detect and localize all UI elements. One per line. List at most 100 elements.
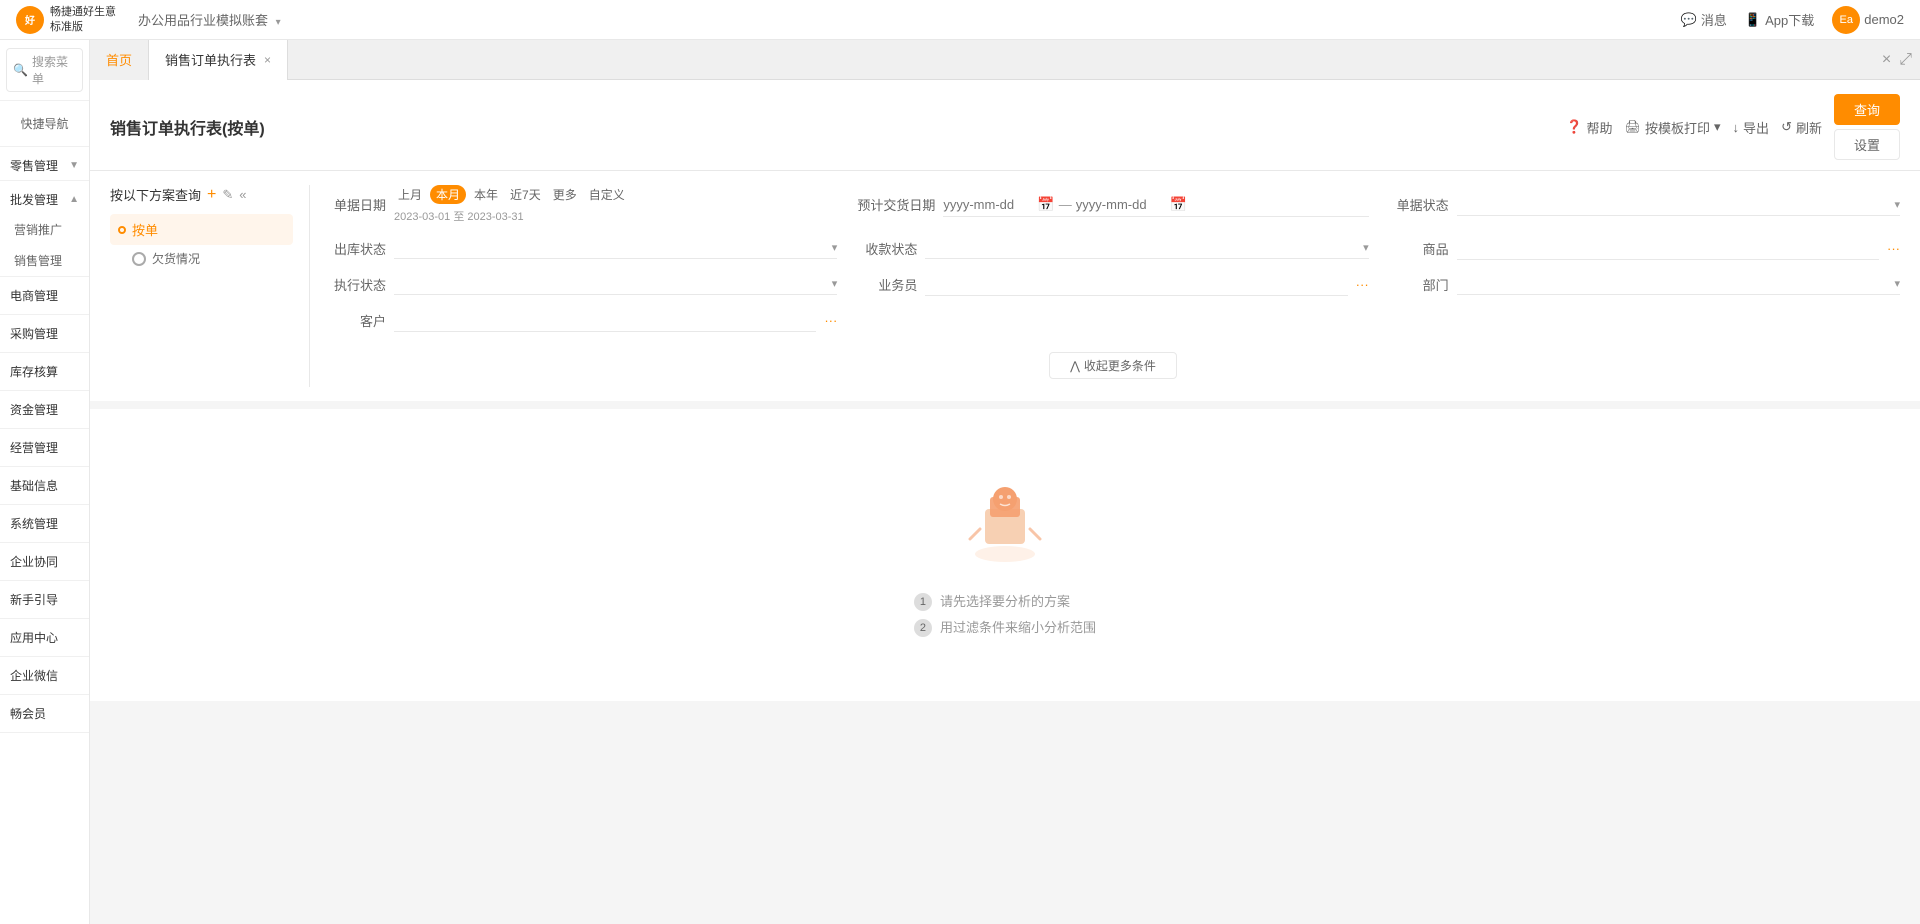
print-button[interactable]: 🖨 按模板打印 ▾ [1624,118,1720,137]
date-separator: — [1059,197,1072,212]
sidebar-item-basic-info[interactable]: 基础信息 [0,467,89,505]
app-download-button[interactable]: 📱 App下载 [1745,10,1814,29]
quick-nav-label[interactable]: 快捷导航 [0,107,89,140]
expected-date-to-icon[interactable]: 📅 [1170,196,1187,213]
date-tab-this-year[interactable]: 本年 [470,185,502,204]
payment-status-select[interactable]: ▾ [925,237,1368,259]
filter-item-order-status: 单据状态 ▾ [1389,194,1900,216]
order-date-label: 单据日期 [326,195,386,214]
empty-hint-row-2: 2 用过滤条件来缩小分析范围 [914,615,1096,641]
expected-date-range: 📅 — 📅 [943,193,1368,217]
help-button[interactable]: ❓ 帮助 [1566,118,1612,137]
sidebar-item-sales[interactable]: 销售管理 [0,245,89,276]
goods-input[interactable] [1457,236,1879,260]
sidebar: 🔍 搜索菜单 快捷导航 零售管理 ▼ 批发管理 ▲ 营销推广 销售管理 电商管理… [0,40,90,924]
collapse-scheme-icon[interactable]: « [239,187,246,202]
refresh-button[interactable]: ↺ 刷新 [1781,118,1822,137]
wholesale-arrow-icon: ▲ [69,194,79,205]
date-tab-last-month[interactable]: 上月 [394,185,426,204]
date-tab-7days[interactable]: 近7天 [506,185,545,204]
tab-sales-order[interactable]: 销售订单执行表 × [149,40,288,80]
customer-label: 客户 [326,311,386,330]
sidebar-item-ecommerce[interactable]: 电商管理 [0,277,89,315]
customer-more-icon[interactable]: ··· [824,313,837,328]
sidebar-item-system[interactable]: 系统管理 [0,505,89,543]
sidebar-section-wholesale: 批发管理 ▲ 营销推广 销售管理 [0,181,89,277]
sidebar-section-wholesale-header[interactable]: 批发管理 ▲ [0,181,89,214]
salesperson-more-icon[interactable]: ··· [1356,277,1369,292]
collapse-icon: ⋀ [1070,359,1080,373]
exec-status-label: 执行状态 [326,275,386,294]
user-menu[interactable]: Ea demo2 [1832,6,1904,34]
expected-date-from-input[interactable] [943,193,1033,216]
sidebar-item-app-center[interactable]: 应用中心 [0,619,89,657]
print-dropdown-icon: ▾ [1714,119,1721,135]
avatar: Ea [1832,6,1860,34]
settings-button[interactable]: 设置 [1834,129,1900,160]
sidebar-item-finance[interactable]: 资金管理 [0,391,89,429]
sidebar-section-retail-header[interactable]: 零售管理 ▼ [0,147,89,180]
exec-status-select[interactable]: ▾ [394,273,837,295]
logo-icon: 好 [16,6,44,34]
sidebar-item-inventory[interactable]: 库存核算 [0,353,89,391]
close-tab-button[interactable]: × [1882,51,1891,69]
edit-scheme-icon[interactable]: ✎ [222,187,233,203]
salesperson-input[interactable] [925,272,1347,296]
content-area: 首页 销售订单执行表 × × ⤢ 销售订单执行表(按单) ❓ 帮助 [90,40,1920,924]
expected-date-from-icon[interactable]: 📅 [1037,196,1054,213]
filter-item-department: 部门 ▾ [1389,273,1900,295]
filter-item-order-date: 单据日期 上月 本月 本年 近7天 更多 自定义 [326,185,837,224]
scheme-item-shortage[interactable]: 欠货情况 [110,245,293,272]
customer-input[interactable] [394,308,816,332]
filter-item-salesperson: 业务员 ··· [857,272,1368,296]
help-icon: ❓ [1566,119,1582,135]
expand-tab-button[interactable]: ⤢ [1899,51,1912,69]
sidebar-item-marketing[interactable]: 营销推广 [0,214,89,245]
collapse-button[interactable]: ⋀ 收起更多条件 [1049,352,1177,379]
exec-dropdown-icon: ▾ [832,277,838,290]
department-select[interactable]: ▾ [1457,273,1900,295]
empty-state: 1 请先选择要分析的方案 2 用过滤条件来缩小分析范围 [90,409,1920,701]
logo-text: 畅捷通好生意 标准版 [50,5,116,34]
date-tab-this-month[interactable]: 本月 [430,185,466,204]
tab-bar: 首页 销售订单执行表 × × ⤢ [90,40,1920,80]
order-status-select[interactable]: ▾ [1457,194,1900,216]
filter-left: 按以下方案查询 + ✎ « 按单 欠货情况 [110,185,310,387]
sidebar-item-wechat[interactable]: 企业微信 [0,657,89,695]
payment-status-label: 收款状态 [857,239,917,258]
scheme-item-main[interactable]: 按单 [110,214,293,245]
expected-date-to-input[interactable] [1076,193,1166,216]
tab-home[interactable]: 首页 [90,40,149,80]
tab-close-icon[interactable]: × [264,53,271,67]
collapse-row: ⋀ 收起更多条件 [326,344,1900,387]
export-button[interactable]: ↓ 导出 [1733,118,1770,137]
sidebar-item-operations[interactable]: 经营管理 [0,429,89,467]
stock-status-select[interactable]: ▾ [394,237,837,259]
message-button[interactable]: 💬 消息 [1681,10,1727,29]
app-title: 办公用品行业模拟账套 ▾ [138,10,281,29]
refresh-icon: ↺ [1781,119,1792,135]
filter-panel: 按以下方案查询 + ✎ « 按单 欠货情况 [90,171,1920,401]
app-download-icon: 📱 [1745,12,1761,28]
salesperson-label: 业务员 [857,275,917,294]
sidebar-item-enterprise[interactable]: 企业协同 [0,543,89,581]
filter-item-exec-status: 执行状态 ▾ [326,273,837,295]
quick-nav-item[interactable]: 快捷导航 [0,101,89,147]
filter-item-payment-status: 收款状态 ▾ [857,237,1368,259]
sidebar-item-purchase[interactable]: 采购管理 [0,315,89,353]
goods-more-icon[interactable]: ··· [1887,241,1900,256]
filter-row-1: 单据日期 上月 本月 本年 近7天 更多 自定义 [326,185,1900,224]
date-tab-more[interactable]: 更多 [549,185,581,204]
print-icon: 🖨 [1624,119,1641,135]
app-title-dropdown-icon[interactable]: ▾ [276,17,281,28]
sidebar-item-member[interactable]: 畅会员 [0,695,89,733]
search-menu-button[interactable]: 🔍 搜索菜单 [6,48,83,92]
sidebar-search-area: 🔍 搜索菜单 [0,40,89,101]
sidebar-item-tutorial[interactable]: 新手引导 [0,581,89,619]
date-tab-custom[interactable]: 自定义 [585,185,629,204]
filter-row-4: 客户 ··· [326,308,1900,332]
empty-hints: 1 请先选择要分析的方案 2 用过滤条件来缩小分析范围 [914,589,1096,641]
add-scheme-button[interactable]: + [207,186,216,204]
stock-status-label: 出库状态 [326,239,386,258]
query-button[interactable]: 查询 [1834,94,1900,125]
